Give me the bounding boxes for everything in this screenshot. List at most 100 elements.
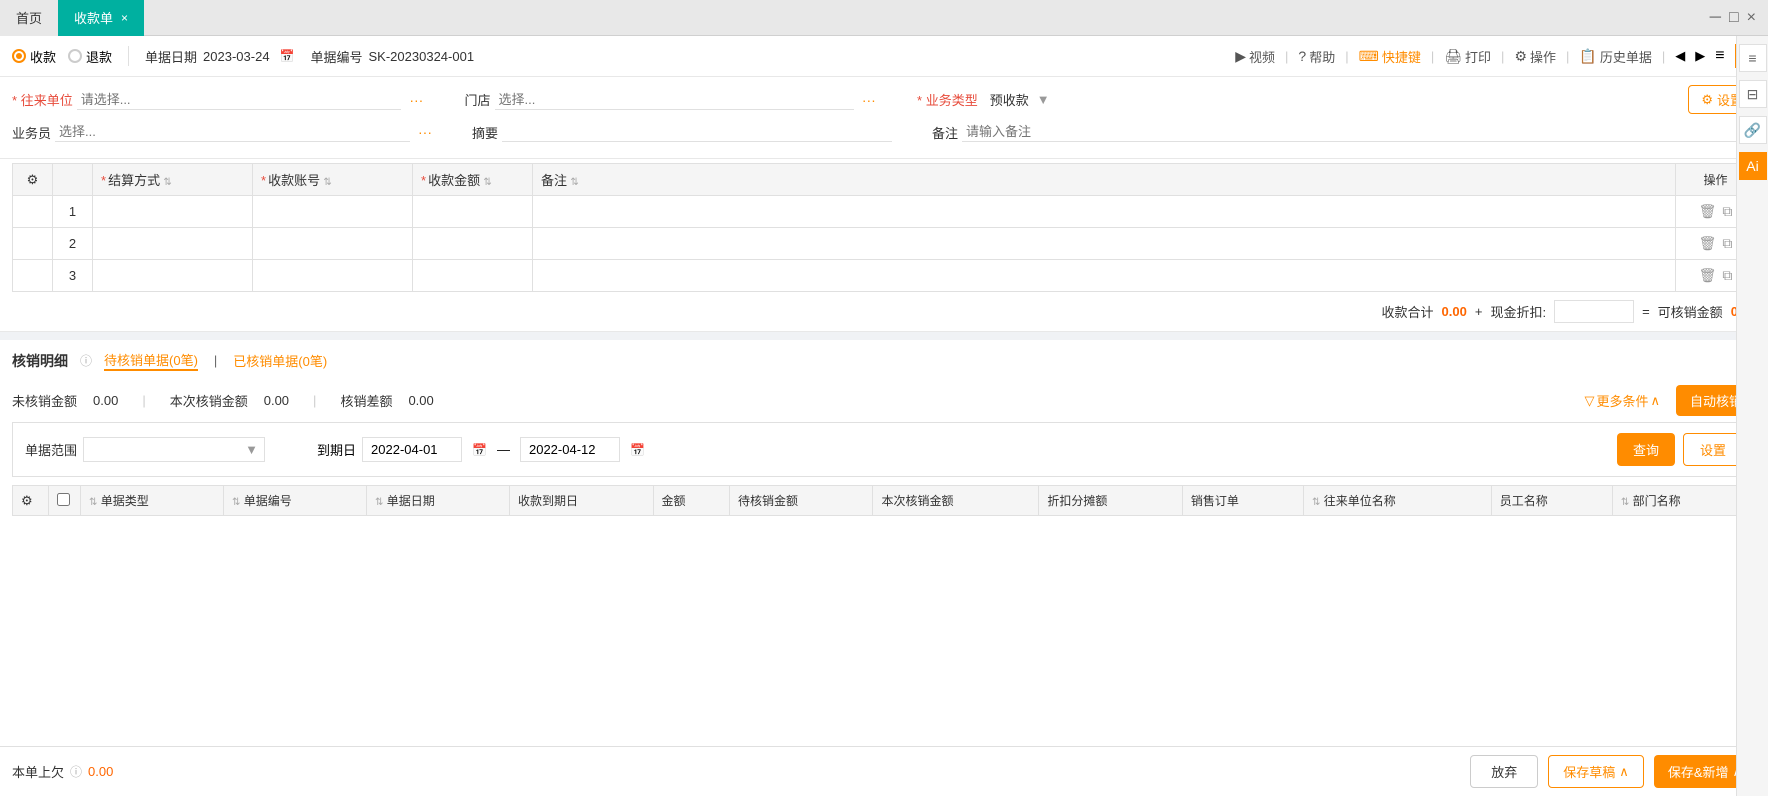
toolbar-actions: ▶ 视频 | ? 帮助 | ⌨ 快捷键 | 🖨 打印 | ⚙ 操作 — [1235, 44, 1756, 68]
summary-input[interactable] — [502, 122, 892, 142]
form-row-2: 业务员 ··· 摘要 备注 — [12, 122, 1756, 142]
radio-refund-label: 退款 — [86, 47, 112, 66]
row2-remark[interactable] — [533, 228, 1676, 260]
summary-label: 摘要 — [472, 123, 498, 142]
range-select[interactable] — [84, 438, 264, 461]
next-icon[interactable]: ▶ — [1695, 48, 1705, 64]
tab-home[interactable]: 首页 — [0, 0, 58, 36]
row3-remark[interactable] — [533, 260, 1676, 292]
bottom-order-label: 本单上欠 — [12, 762, 64, 781]
col-settings-header[interactable]: ⚙ — [13, 164, 53, 196]
more-filters-btn[interactable]: ▽ 更多条件 ∧ — [1584, 391, 1660, 410]
save-draft-btn[interactable]: 保存草稿 ∧ — [1548, 755, 1644, 788]
col-checkbox-header[interactable] — [49, 486, 81, 516]
col-gear-header[interactable]: ⚙ — [13, 486, 49, 516]
row2-amount[interactable] — [413, 228, 533, 260]
print-btn[interactable]: 🖨 打印 — [1444, 47, 1491, 66]
sidebar-table-icon[interactable]: ≡ — [1739, 44, 1767, 72]
list-icon[interactable]: ≡ — [1715, 47, 1724, 65]
salesperson-more-btn[interactable]: ··· — [418, 124, 432, 140]
row1-delete-icon[interactable]: 🗑 — [1699, 203, 1717, 220]
row3-delete-icon[interactable]: 🗑 — [1699, 267, 1717, 284]
row2-no: 2 — [53, 228, 93, 260]
select-all-checkbox[interactable] — [57, 493, 70, 506]
col-counterpart-header: ⇅ 往来单位名称 — [1304, 486, 1492, 516]
reconcile-section: 核销明细 ⓘ 待核销单据(0笔) | 已核销单据(0笔) 未核销金额 0.00 … — [0, 340, 1768, 746]
row3-account[interactable] — [253, 260, 413, 292]
row1-remark[interactable] — [533, 196, 1676, 228]
bottom-info-icon[interactable]: ⓘ — [70, 763, 82, 780]
radio-receipt-label: 收款 — [30, 47, 56, 66]
row2-delete-icon[interactable]: 🗑 — [1699, 235, 1717, 252]
row2-copy-icon[interactable]: ⧉ — [1722, 235, 1732, 252]
calendar-from-icon[interactable]: 📅 — [472, 443, 487, 457]
row3-settlement[interactable] — [93, 260, 253, 292]
close-icon[interactable]: × — [1747, 9, 1756, 27]
history-btn[interactable]: 📋 历史单据 — [1579, 47, 1651, 66]
counterpart-input[interactable] — [77, 90, 402, 110]
row1-amount[interactable] — [413, 196, 533, 228]
remark-label: 备注 — [932, 123, 958, 142]
row2-account[interactable] — [253, 228, 413, 260]
due-date-field: 到期日 📅 — 📅 — [317, 437, 645, 462]
range-label: 单据范围 — [25, 440, 77, 459]
col-doc-no-header: ⇅ 单据编号 — [224, 486, 367, 516]
col-doc-type-header: ⇅ 单据类型 — [81, 486, 224, 516]
prev-icon[interactable]: ◀ — [1675, 48, 1685, 64]
radio-receipt-dot — [12, 49, 26, 63]
due-date-from[interactable] — [362, 437, 462, 462]
help-label: 帮助 — [1309, 47, 1335, 66]
reconcile-table: ⚙ ⇅ 单据类型 ⇅ 单据编号 ⇅ 单据日期 收款到期日 金额 待核销金额 本次… — [12, 485, 1756, 516]
row3-amount[interactable] — [413, 260, 533, 292]
tab-receipt[interactable]: 收款单 × — [58, 0, 144, 36]
sidebar-ai-icon[interactable]: Ai — [1739, 152, 1767, 180]
discount-label: 现金折扣: — [1490, 302, 1546, 321]
filter-actions: 查询 设置 — [1617, 433, 1743, 466]
remark-input[interactable] — [962, 122, 1756, 142]
minimize-icon[interactable]: ─ — [1710, 9, 1721, 27]
radio-refund-dot — [68, 49, 82, 63]
row3-copy-icon[interactable]: ⧉ — [1722, 267, 1732, 284]
done-tab[interactable]: 已核销单据(0笔) — [233, 351, 327, 370]
radio-refund[interactable]: 退款 — [68, 47, 112, 66]
receipt-table: ⚙ *结算方式 ⇅ *收款账号 ⇅ *收款金额 ⇅ 备注 ⇅ 操作 1 — [12, 163, 1756, 292]
store-label: 门店 — [465, 90, 491, 109]
col-pending-header: 待核销金额 — [729, 486, 873, 516]
video-btn[interactable]: ▶ 视频 — [1235, 47, 1275, 66]
due-date-to[interactable] — [520, 437, 620, 462]
sidebar-list-icon[interactable]: ⊟ — [1739, 80, 1767, 108]
help-btn[interactable]: ? 帮助 — [1298, 47, 1335, 66]
store-input[interactable] — [495, 90, 854, 110]
discount-input[interactable] — [1554, 300, 1634, 323]
operations-icon: ⚙ — [1514, 48, 1527, 65]
radio-receipt[interactable]: 收款 — [12, 47, 56, 66]
reconcile-info-icon[interactable]: ⓘ — [80, 352, 92, 369]
row1-settings — [13, 196, 53, 228]
reconcile-label: 可核销金额 — [1658, 302, 1723, 321]
operations-btn[interactable]: ⚙ 操作 — [1514, 47, 1556, 66]
save-new-label: 保存&新增 — [1668, 762, 1729, 781]
calendar-icon[interactable]: 📅 — [280, 49, 295, 63]
row1-account[interactable] — [253, 196, 413, 228]
gear-icon: ⚙ — [1701, 92, 1713, 108]
query-btn[interactable]: 查询 — [1617, 433, 1675, 466]
row1-copy-icon[interactable]: ⧉ — [1722, 203, 1732, 220]
filter-settings-btn[interactable]: 设置 — [1683, 433, 1743, 466]
shortcut-btn[interactable]: ⌨ 快捷键 — [1359, 47, 1421, 66]
abandon-btn[interactable]: 放弃 — [1470, 755, 1538, 788]
row2-settlement[interactable] — [93, 228, 253, 260]
tab-close-icon[interactable]: × — [121, 11, 128, 25]
equals-sign: = — [1642, 304, 1650, 319]
counterpart-more-btn[interactable]: ··· — [409, 92, 423, 108]
salesperson-input[interactable] — [55, 122, 410, 142]
calendar-to-icon[interactable]: 📅 — [630, 443, 645, 457]
docno-label: 单据编号 — [311, 47, 363, 66]
pending-tab[interactable]: 待核销单据(0笔) — [104, 350, 198, 371]
biz-type-dropdown-icon[interactable]: ▼ — [1037, 92, 1050, 107]
store-more-btn[interactable]: ··· — [862, 92, 876, 108]
row1-settlement[interactable] — [93, 196, 253, 228]
maximize-icon[interactable]: □ — [1729, 9, 1739, 27]
range-select-wrap: ▼ — [83, 437, 265, 462]
filter-row: 单据范围 ▼ 到期日 📅 — 📅 查询 设置 — [12, 422, 1756, 477]
sidebar-link-icon[interactable]: 🔗 — [1739, 116, 1767, 144]
